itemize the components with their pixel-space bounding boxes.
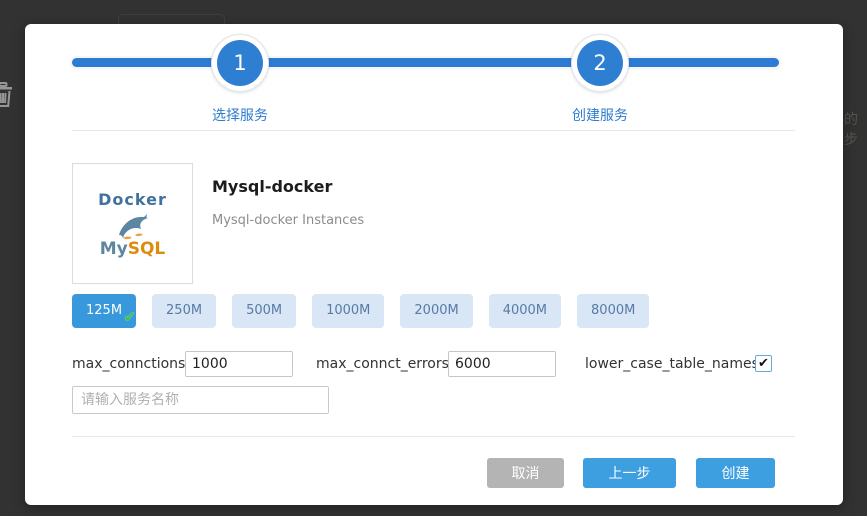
footer-divider <box>72 436 795 437</box>
step-1-label: 选择服务 <box>212 108 268 124</box>
header-divider <box>72 130 795 131</box>
memory-option-2000m[interactable]: 2000M <box>400 294 473 328</box>
service-title: Mysql-docker <box>212 177 333 196</box>
memory-option-1000m[interactable]: 1000M <box>312 294 385 328</box>
docker-logo-text: Docker <box>98 190 167 209</box>
memory-option-500m[interactable]: 500M <box>232 294 297 328</box>
create-button[interactable]: 创建 <box>696 458 775 488</box>
memory-option-250m[interactable]: 250M <box>152 294 217 328</box>
step-1-number: 1 <box>217 40 263 86</box>
max-connect-errors-label: max_connct_errors: <box>316 356 454 372</box>
memory-option-8000m[interactable]: 8000M <box>577 294 650 328</box>
memory-option-4000m[interactable]: 4000M <box>488 294 562 328</box>
lower-case-table-names-checkbox[interactable]: ✔ <box>755 355 772 372</box>
trash-icon <box>0 80 15 108</box>
max-connections-input[interactable] <box>185 351 293 377</box>
memory-option-125m[interactable]: 125M ✔ <box>72 294 137 328</box>
service-name-input[interactable] <box>72 386 329 414</box>
stepper-progress-bar <box>72 58 779 67</box>
parameters-row: max_connctions: max_connct_errors: lower… <box>25 350 843 378</box>
step-2-number: 2 <box>577 40 623 86</box>
background-clipped-text: 的 步 <box>844 112 858 148</box>
selected-check-icon: ✔ <box>123 308 137 326</box>
service-logo: Docker MySQL <box>72 163 193 284</box>
step-2-circle: 2 <box>571 34 629 92</box>
max-connections-label: max_connctions: <box>72 356 191 372</box>
service-subtitle: Mysql-docker Instances <box>212 213 365 228</box>
lower-case-table-names-label: lower_case_table_names: <box>585 356 764 372</box>
mysql-logo-text: MySQL <box>99 239 166 259</box>
cancel-button[interactable]: 取消 <box>487 458 564 488</box>
step-2-label: 创建服务 <box>572 108 628 124</box>
previous-step-button[interactable]: 上一步 <box>583 458 676 488</box>
max-connect-errors-input[interactable] <box>448 351 556 377</box>
step-1-circle: 1 <box>211 34 269 92</box>
memory-options-row: 125M ✔ 250M 500M 1000M 2000M 4000M 8000M <box>72 294 650 328</box>
create-service-dialog: 1 2 选择服务 创建服务 Docker MySQL Mysql-docker … <box>25 24 843 505</box>
